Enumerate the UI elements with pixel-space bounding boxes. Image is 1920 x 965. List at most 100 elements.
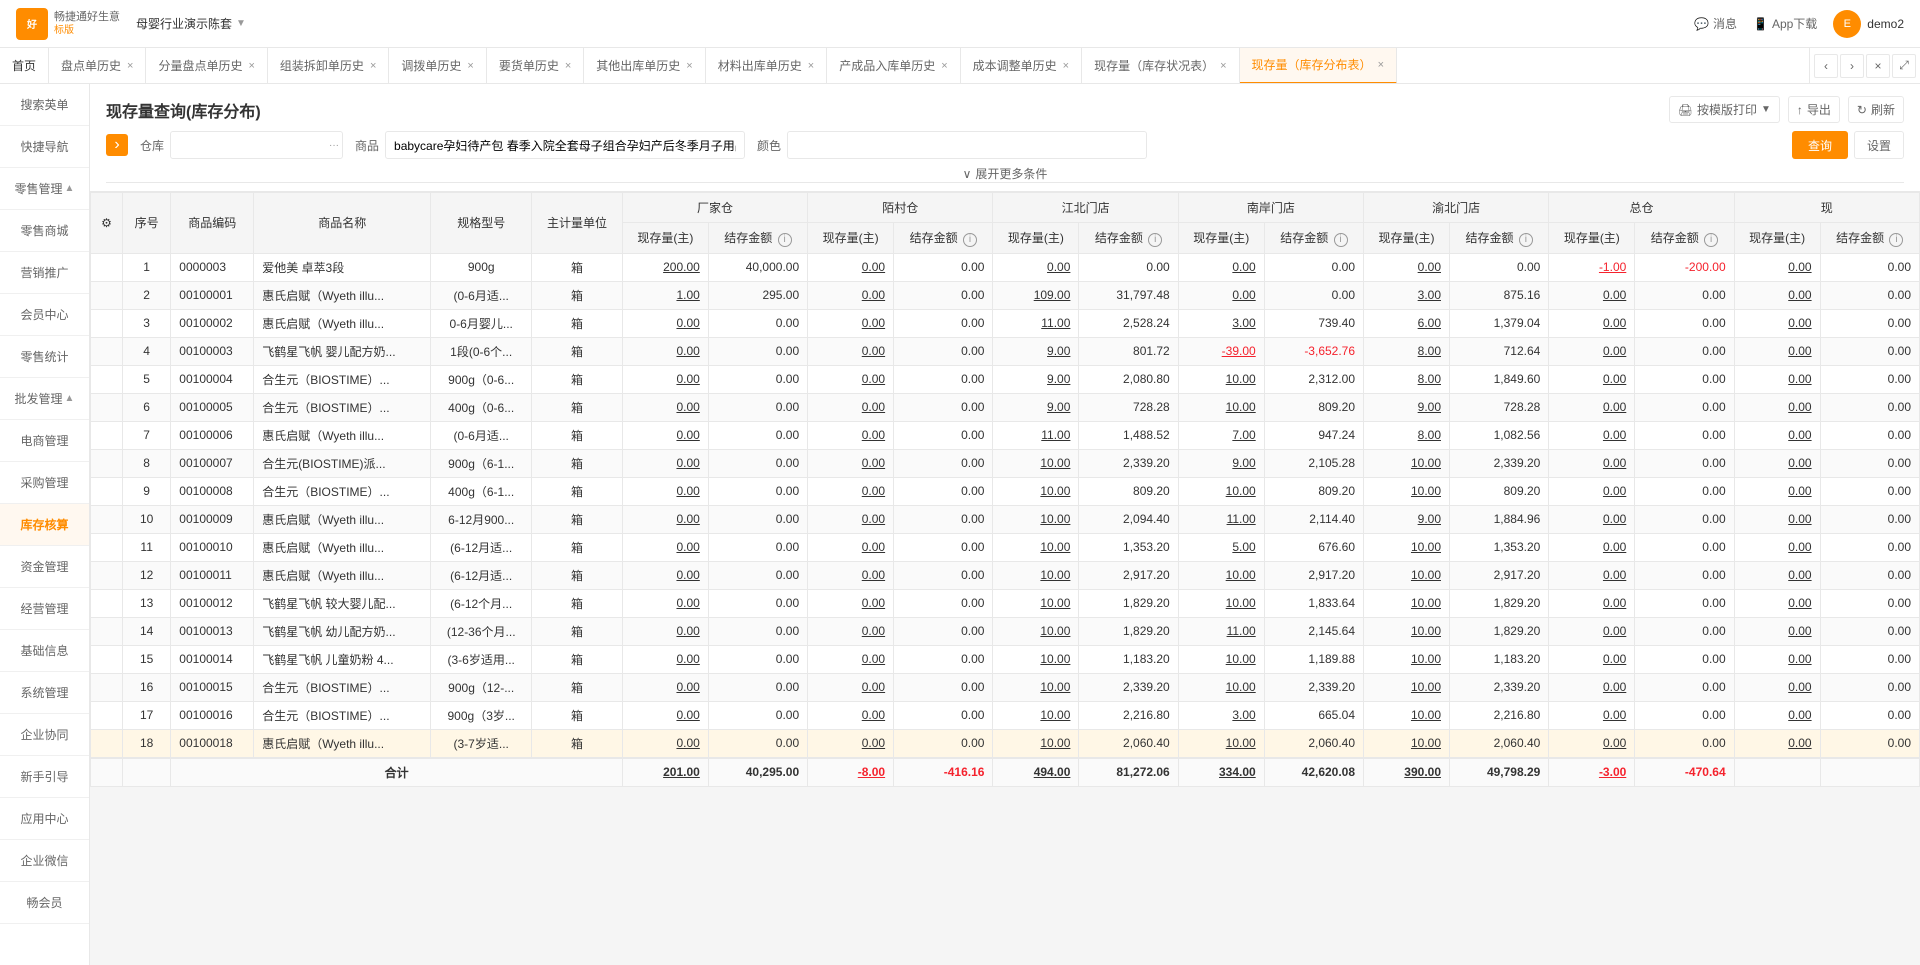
goods-input[interactable] (385, 131, 745, 159)
sidebar-item-finance[interactable]: 资金管理 (0, 546, 89, 588)
table-cell: 2,145.64 (1264, 617, 1363, 645)
sidebar-item-marketing[interactable]: 营销推广 (0, 252, 89, 294)
tab-11[interactable]: 现存量（库存分布表） × (1240, 48, 1397, 84)
tab-8[interactable]: 产成品入库单历史 × (827, 48, 960, 84)
table-cell: 0.00 (1549, 309, 1635, 337)
sidebar-item-ecommerce[interactable]: 电商管理 (0, 420, 89, 462)
table-cell (91, 281, 123, 309)
table-cell: 0.00 (1549, 701, 1635, 729)
close-tab-6[interactable]: × (686, 60, 692, 72)
refresh-btn[interactable]: ↻ 刷新 (1848, 96, 1904, 123)
sidebar-item-search[interactable]: 搜索英单 (0, 84, 89, 126)
table-cell: 16 (123, 673, 171, 701)
info-icon-c3[interactable]: i (1148, 233, 1162, 247)
settings-icon[interactable]: ⚙ (101, 216, 112, 230)
table-cell: 0.00 (1635, 589, 1734, 617)
close-tab-2[interactable]: × (248, 60, 254, 72)
print-btn[interactable]: 🖨 按模版打印 ▼ (1669, 96, 1780, 123)
info-icon-c7[interactable]: i (1889, 233, 1903, 247)
info-icon-c2[interactable]: i (963, 233, 977, 247)
table-cell: 00100005 (171, 393, 254, 421)
sidebar-item-guide[interactable]: 新手引导 (0, 756, 89, 798)
table-cell: 0.00 (1820, 253, 1919, 281)
tab-2[interactable]: 分量盘点单历史 × (146, 48, 267, 84)
page-title-row: 现存量查询(库存分布) 🖨 按模版打印 ▼ ↑ 导出 ↻ 刷新 (106, 96, 1904, 123)
table-cell: 0.00 (1450, 253, 1549, 281)
th-c6-amt: 结存金额 i (1635, 223, 1734, 254)
sidebar-item-member[interactable]: 会员中心 (0, 294, 89, 336)
table-cell: 0.00 (1549, 589, 1635, 617)
color-input[interactable] (787, 131, 1147, 159)
table-cell: 00100010 (171, 533, 254, 561)
sidebar-item-wholesale[interactable]: 批发管理 ▲ (0, 378, 89, 420)
sidebar-item-operations[interactable]: 经营管理 (0, 588, 89, 630)
message-btn[interactable]: 💬 消息 (1694, 15, 1737, 32)
tab-5[interactable]: 要货单历史 × (487, 48, 584, 84)
close-tab-5[interactable]: × (565, 60, 571, 72)
table-cell: 0.00 (1734, 673, 1820, 701)
expand-more-btn[interactable]: ∨ 展开更多条件 (106, 165, 1904, 182)
setting-button[interactable]: 设置 (1854, 131, 1904, 159)
table-cell: 合生元（BIOSTIME）... (254, 673, 431, 701)
message-icon: 💬 (1694, 17, 1709, 31)
sidebar-item-vip[interactable]: 畅会员 (0, 882, 89, 924)
table-cell: 00100004 (171, 365, 254, 393)
th-settings[interactable]: ⚙ (91, 193, 123, 254)
sidebar-item-wechat[interactable]: 企业微信 (0, 840, 89, 882)
sidebar-item-collab[interactable]: 企业协同 (0, 714, 89, 756)
close-tab-3[interactable]: × (370, 60, 376, 72)
expand-filter-btn[interactable]: › (106, 134, 128, 156)
tab-10[interactable]: 现存量（库存状况表） × (1082, 48, 1239, 84)
tab-prev-btn[interactable]: ‹ (1814, 54, 1838, 78)
industry-selector[interactable]: 母婴行业演示陈套 ▼ (136, 15, 246, 32)
table-cell: 10.00 (1178, 589, 1264, 617)
close-tab-9[interactable]: × (1063, 60, 1069, 72)
tab-6[interactable]: 其他出库单历史 × (584, 48, 705, 84)
close-tab-11[interactable]: × (1378, 59, 1384, 71)
tab-home[interactable]: 首页 (0, 48, 49, 84)
table-cell: 0.00 (1820, 701, 1919, 729)
close-tab-7[interactable]: × (808, 60, 814, 72)
export-btn[interactable]: ↑ 导出 (1788, 96, 1840, 123)
tab-7[interactable]: 材料出库单历史 × (706, 48, 827, 84)
table-cell: 0.00 (708, 645, 807, 673)
tab-4[interactable]: 调拨单历史 × (389, 48, 486, 84)
tab-next-btn[interactable]: › (1840, 54, 1864, 78)
user-profile[interactable]: E demo2 (1833, 10, 1904, 38)
info-icon-c6[interactable]: i (1704, 233, 1718, 247)
logo-icon: 好 (16, 8, 48, 40)
table-cell: 箱 (532, 253, 623, 281)
close-tab-4[interactable]: × (467, 60, 473, 72)
tab-close-btn[interactable]: × (1866, 54, 1890, 78)
sidebar-item-system[interactable]: 系统管理 (0, 672, 89, 714)
table-cell: 10.00 (993, 617, 1079, 645)
table-cell: 0.00 (1734, 617, 1820, 645)
sidebar-item-retail-mgmt[interactable]: 零售管理 ▲ (0, 168, 89, 210)
table-cell: 0.00 (1734, 393, 1820, 421)
sidebar-item-appcenter[interactable]: 应用中心 (0, 798, 89, 840)
sidebar-item-retail-mall[interactable]: 零售商城 (0, 210, 89, 252)
close-tab-8[interactable]: × (941, 60, 947, 72)
sidebar-item-inventory[interactable]: 库存核算 (0, 504, 89, 546)
close-tab-1[interactable]: × (127, 60, 133, 72)
info-icon-c1[interactable]: i (778, 233, 792, 247)
table-cell: 00100009 (171, 505, 254, 533)
info-icon-c5[interactable]: i (1519, 233, 1533, 247)
tab-expand-btn[interactable]: ⤢ (1892, 54, 1916, 78)
sidebar-item-retail-stats[interactable]: 零售统计 (0, 336, 89, 378)
sidebar-item-basic-info[interactable]: 基础信息 (0, 630, 89, 672)
table-cell: 爱他美 卓萃3段 (254, 253, 431, 281)
sidebar-item-quicknav[interactable]: 快捷导航 (0, 126, 89, 168)
search-button[interactable]: 查询 (1792, 131, 1848, 159)
info-icon-c4[interactable]: i (1334, 233, 1348, 247)
table-cell (91, 393, 123, 421)
tab-9[interactable]: 成本调整单历史 × (961, 48, 1082, 84)
table-cell: 0.00 (1820, 365, 1919, 393)
tab-3[interactable]: 组装拆卸单历史 × (268, 48, 389, 84)
table-cell: 0.00 (622, 617, 708, 645)
close-tab-10[interactable]: × (1220, 60, 1226, 72)
warehouse-input[interactable] (170, 131, 343, 159)
app-download-btn[interactable]: 📱 App下载 (1753, 15, 1817, 32)
sidebar-item-purchase[interactable]: 采购管理 (0, 462, 89, 504)
tab-1[interactable]: 盘点单历史 × (49, 48, 146, 84)
